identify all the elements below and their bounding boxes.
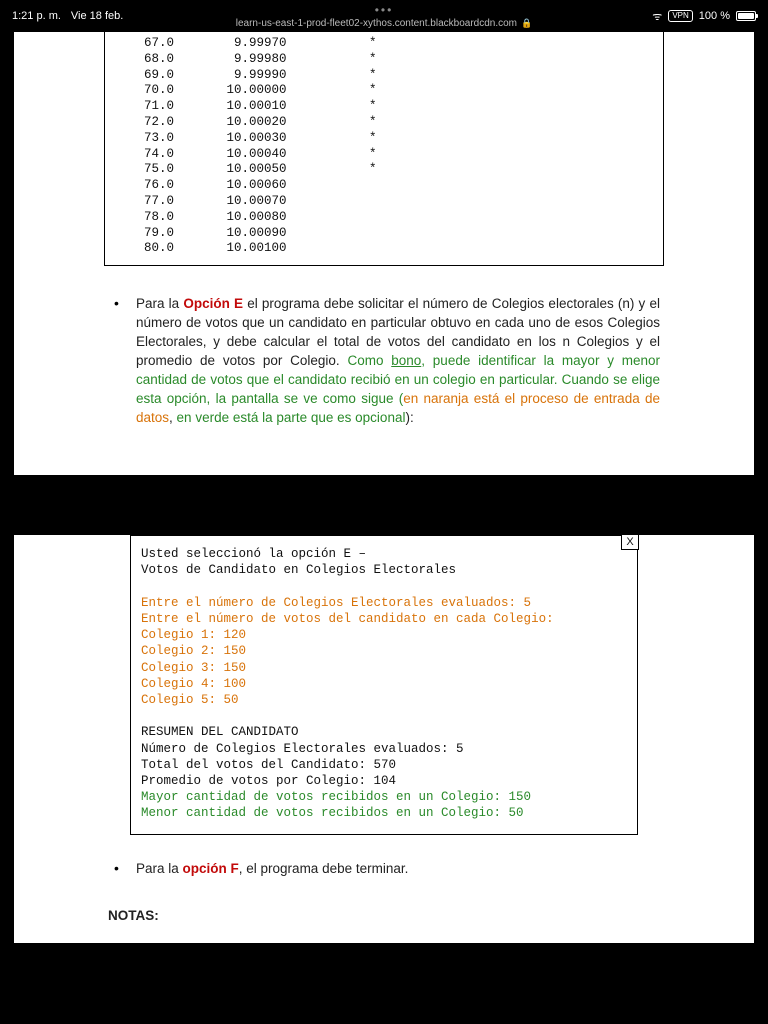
table-row: 77.0 10.00070 bbox=[105, 194, 663, 210]
numeric-output-box: 67.0 9.99970 * 68.0 9.99980 * 69.0 9.999… bbox=[104, 32, 664, 266]
console-line: Menor cantidad de votos recibidos en un … bbox=[141, 805, 627, 821]
console-line: RESUMEN DEL CANDIDATO bbox=[141, 724, 627, 740]
lock-icon: 🔒 bbox=[521, 18, 532, 28]
battery-icon bbox=[736, 11, 756, 21]
console-line: Mayor cantidad de votos recibidos en un … bbox=[141, 789, 627, 805]
browser-url: learn-us-east-1-prod-fleet02-xythos.cont… bbox=[236, 18, 532, 29]
console-line: Entre el número de Colegios Electorales … bbox=[141, 595, 627, 611]
console-line: Número de Colegios Electorales evaluados… bbox=[141, 741, 627, 757]
console-line: Total del votos del Candidato: 570 bbox=[141, 757, 627, 773]
table-row: 73.0 10.00030 * bbox=[105, 131, 663, 147]
status-time: 1:21 p. m. bbox=[12, 10, 61, 22]
option-f-label: opción F bbox=[183, 861, 239, 876]
console-line: Colegio 3: 150 bbox=[141, 660, 627, 676]
console-line: Colegio 2: 150 bbox=[141, 643, 627, 659]
vpn-badge: VPN bbox=[668, 10, 692, 22]
table-row: 74.0 10.00040 * bbox=[105, 147, 663, 163]
table-row: 79.0 10.00090 bbox=[105, 226, 663, 242]
table-row: 67.0 9.99970 * bbox=[105, 36, 663, 52]
console-line: Entre el número de votos del candidato e… bbox=[141, 611, 627, 627]
battery-percent: 100 % bbox=[699, 10, 730, 22]
wifi-icon: ᯤ bbox=[652, 9, 662, 24]
table-row: 75.0 10.00050 * bbox=[105, 162, 663, 178]
console-output-box: X Usted seleccionó la opción E – Votos d… bbox=[130, 535, 638, 834]
table-row: 71.0 10.00010 * bbox=[105, 99, 663, 115]
document-page-1: 67.0 9.99970 * 68.0 9.99980 * 69.0 9.999… bbox=[14, 32, 754, 475]
bonus-label: bono bbox=[391, 353, 421, 368]
bullet-option-e: Para la Opción E el programa debe solici… bbox=[108, 294, 660, 427]
bullet-option-f: Para la opción F, el programa debe termi… bbox=[108, 859, 660, 878]
console-line: Colegio 4: 100 bbox=[141, 676, 627, 692]
status-date: Vie 18 feb. bbox=[71, 10, 123, 22]
home-indicator[interactable] bbox=[264, 1013, 504, 1018]
document-page-2: X Usted seleccionó la opción E – Votos d… bbox=[14, 535, 754, 942]
multitask-dots-icon[interactable]: ••• bbox=[236, 4, 532, 16]
option-e-label: Opción E bbox=[183, 296, 243, 311]
table-row: 70.0 10.00000 * bbox=[105, 83, 663, 99]
table-row: 78.0 10.00080 bbox=[105, 210, 663, 226]
table-row: 80.0 10.00100 bbox=[105, 241, 663, 257]
table-row: 68.0 9.99980 * bbox=[105, 52, 663, 68]
console-line: Colegio 1: 120 bbox=[141, 627, 627, 643]
console-line: Votos de Candidato en Colegios Electoral… bbox=[141, 562, 627, 578]
console-line: Usted seleccionó la opción E – bbox=[141, 546, 627, 562]
console-line: Colegio 5: 50 bbox=[141, 692, 627, 708]
close-icon[interactable]: X bbox=[621, 534, 639, 550]
table-row: 72.0 10.00020 * bbox=[105, 115, 663, 131]
status-bar: 1:21 p. m. Vie 18 feb. ••• learn-us-east… bbox=[0, 0, 768, 32]
console-line: Promedio de votos por Colegio: 104 bbox=[141, 773, 627, 789]
table-row: 76.0 10.00060 bbox=[105, 178, 663, 194]
green-hint: en verde está la parte que es opcional bbox=[177, 410, 406, 425]
table-row: 69.0 9.99990 * bbox=[105, 68, 663, 84]
notas-heading: NOTAS: bbox=[14, 886, 754, 923]
